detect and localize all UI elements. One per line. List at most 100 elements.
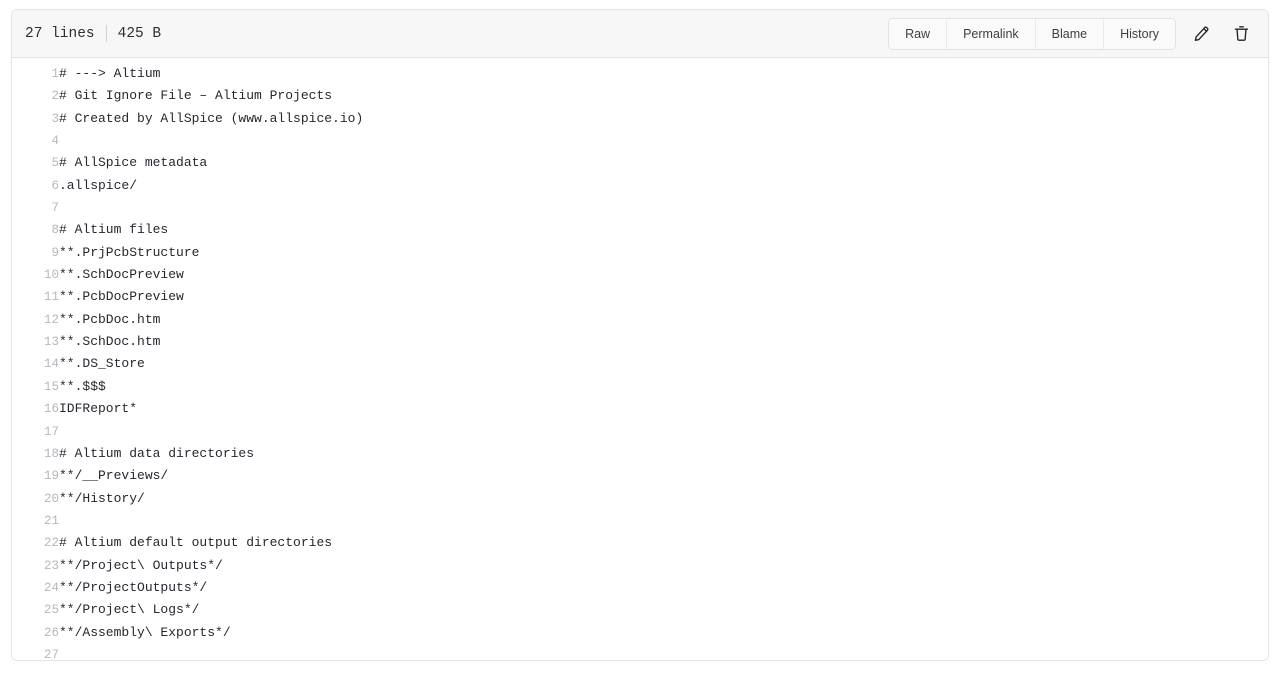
code-line-content: **.SchDoc.htm (59, 334, 161, 350)
code-line-content: **.$$$ (59, 378, 106, 394)
file-actions: Raw Permalink Blame History (888, 17, 1256, 50)
pencil-icon (1193, 25, 1210, 42)
history-button[interactable]: History (1103, 18, 1175, 49)
line-number[interactable]: 13 (12, 331, 59, 353)
code-line-row: 12 **.PcbDoc.htm (12, 309, 1268, 331)
line-number[interactable]: 23 (12, 555, 59, 577)
code-line-content: # AllSpice metadata (59, 155, 208, 171)
line-number[interactable]: 18 (12, 443, 59, 465)
blame-button[interactable]: Blame (1034, 18, 1104, 49)
code-line-content: **/Project\ Outputs*/ (59, 557, 223, 573)
line-number[interactable]: 17 (12, 421, 59, 443)
code-line-row: 22 # Altium default output directories (12, 532, 1268, 554)
code-line-row: 3 # Created by AllSpice (www.allspice.io) (12, 108, 1268, 130)
code-line-row: 19 **/__Previews/ (12, 465, 1268, 487)
code-line-row: 21 (12, 510, 1268, 532)
code-line-row: 20 **/History/ (12, 488, 1268, 510)
code-line-row: 2 # Git Ignore File – Altium Projects (12, 85, 1268, 107)
code-line-row: 16 IDFReport* (12, 398, 1268, 420)
code-line-content (59, 510, 1268, 532)
meta-divider (105, 25, 107, 42)
code-line-content (59, 421, 1268, 443)
line-number[interactable]: 4 (12, 130, 59, 152)
file-line-count: 27 lines (25, 25, 95, 42)
code-line-row: 5 # AllSpice metadata (12, 152, 1268, 174)
line-number[interactable]: 14 (12, 353, 59, 375)
code-viewer[interactable]: 1 # ---> Altium 2 # Git Ignore File – Altiu… (12, 58, 1268, 660)
code-line-content: **/ProjectOutputs*/ (59, 579, 208, 595)
code-line-row: 24 **/ProjectOutputs*/ (12, 577, 1268, 599)
file-view-panel: 27 lines 425 B Raw Permalink Blame Histo… (11, 9, 1269, 661)
code-line-row: 26 **/Assembly\ Exports*/ (12, 622, 1268, 644)
line-number[interactable]: 9 (12, 242, 59, 264)
code-line-row: 17 (12, 421, 1268, 443)
code-line-content: # Altium data directories (59, 445, 255, 461)
code-line-row: 6 .allspice/ (12, 175, 1268, 197)
code-line-content: **/Project\ Logs*/ (59, 602, 200, 618)
code-line-content (59, 197, 1268, 219)
permalink-button[interactable]: Permalink (946, 18, 1035, 49)
raw-button[interactable]: Raw (889, 18, 947, 49)
trash-icon (1233, 25, 1250, 42)
code-line-row: 14 **.DS_Store (12, 353, 1268, 375)
code-line-row: 4 (12, 130, 1268, 152)
line-number[interactable]: 25 (12, 599, 59, 621)
code-line-content: # ---> Altium (59, 66, 161, 81)
line-number[interactable]: 6 (12, 175, 59, 197)
code-table: 1 # ---> Altium 2 # Git Ignore File – Altiu… (12, 63, 1268, 660)
code-line-content: # Altium files (59, 222, 169, 238)
code-line-row: 9 **.PrjPcbStructure (12, 242, 1268, 264)
line-number[interactable]: 8 (12, 219, 59, 241)
delete-file-button[interactable] (1226, 19, 1256, 49)
file-header: 27 lines 425 B Raw Permalink Blame Histo… (12, 10, 1268, 58)
code-line-content: **/Assembly\ Exports*/ (59, 624, 231, 640)
code-line-content: **.DS_Store (59, 356, 145, 372)
code-line-row: 11 **.PcbDocPreview (12, 286, 1268, 308)
code-line-row: 1 # ---> Altium (12, 63, 1268, 85)
code-lines: 1 # ---> Altium 2 # Git Ignore File – Altiu… (12, 63, 1268, 660)
line-number[interactable]: 2 (12, 85, 59, 107)
file-action-button-group: Raw Permalink Blame History (888, 17, 1176, 50)
code-line-content: **.PcbDoc.htm (59, 311, 161, 327)
line-number[interactable]: 19 (12, 465, 59, 487)
code-line-row: 10 **.SchDocPreview (12, 264, 1268, 286)
line-number[interactable]: 26 (12, 622, 59, 644)
code-line-content: # Altium default output directories (59, 535, 333, 551)
code-line-content: **.PcbDocPreview (59, 289, 184, 305)
code-line-content: **/__Previews/ (59, 468, 169, 484)
line-number[interactable]: 24 (12, 577, 59, 599)
code-line-row: 18 # Altium data directories (12, 443, 1268, 465)
line-number[interactable]: 15 (12, 376, 59, 398)
code-line-row: 13 **.SchDoc.htm (12, 331, 1268, 353)
edit-file-button[interactable] (1186, 19, 1216, 49)
file-size: 425 B (117, 25, 162, 42)
line-number[interactable]: 3 (12, 108, 59, 130)
line-number[interactable]: 27 (12, 644, 59, 660)
line-number[interactable]: 1 (12, 63, 59, 85)
code-line-content: # Created by AllSpice (www.allspice.io) (59, 110, 364, 126)
code-line-content: **/History/ (59, 490, 145, 506)
line-number[interactable]: 20 (12, 488, 59, 510)
code-line-content: IDFReport* (59, 401, 138, 417)
line-number[interactable]: 10 (12, 264, 59, 286)
line-number[interactable]: 16 (12, 398, 59, 420)
code-line-row: 8 # Altium files (12, 219, 1268, 241)
code-line-content: **.SchDocPreview (59, 267, 184, 283)
code-line-row: 23 **/Project\ Outputs*/ (12, 555, 1268, 577)
line-number[interactable]: 11 (12, 286, 59, 308)
code-line-content: **.PrjPcbStructure (59, 244, 200, 260)
code-line-content (59, 644, 1268, 660)
line-number[interactable]: 21 (12, 510, 59, 532)
line-number[interactable]: 12 (12, 309, 59, 331)
line-number[interactable]: 7 (12, 197, 59, 219)
code-line-row: 15 **.$$$ (12, 376, 1268, 398)
line-number[interactable]: 5 (12, 152, 59, 174)
code-line-row: 27 (12, 644, 1268, 660)
line-number[interactable]: 22 (12, 532, 59, 554)
code-line-content: # Git Ignore File – Altium Projects (59, 88, 333, 104)
code-line-content (59, 130, 1268, 152)
code-line-row: 25 **/Project\ Logs*/ (12, 599, 1268, 621)
code-line-content: .allspice/ (59, 177, 138, 193)
file-meta: 27 lines 425 B (25, 25, 161, 42)
code-line-row: 7 (12, 197, 1268, 219)
